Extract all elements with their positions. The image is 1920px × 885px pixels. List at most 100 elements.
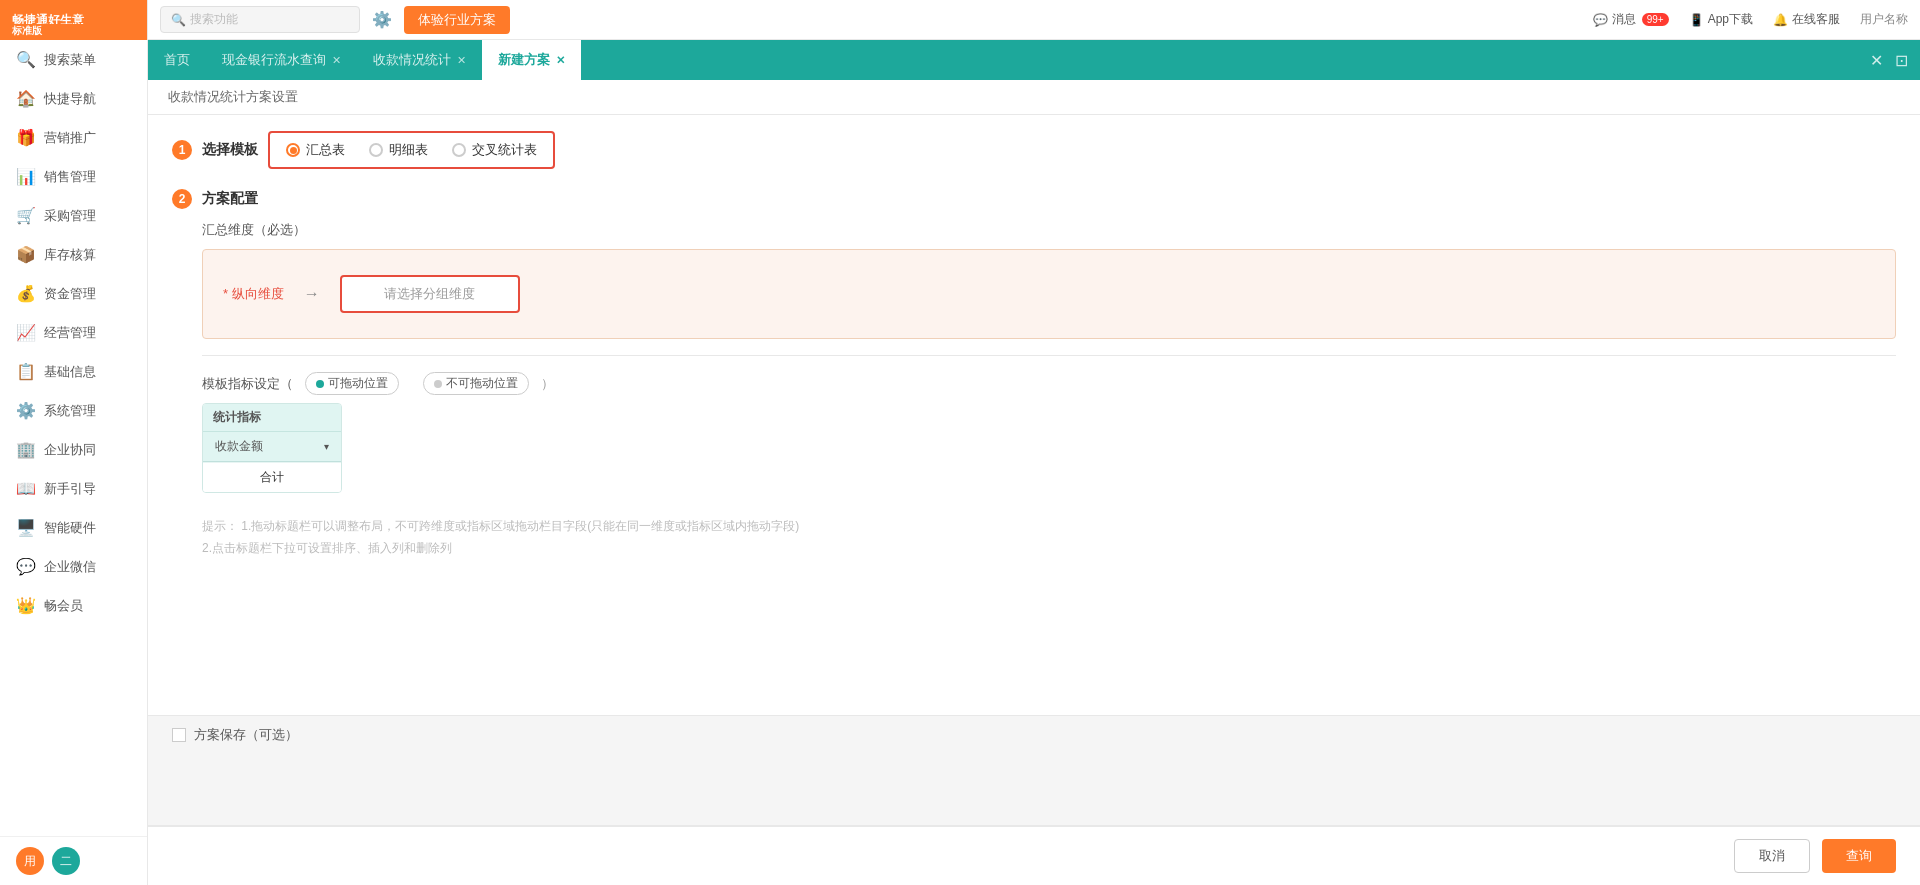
metrics-column-header[interactable]: 收款金额 ▾ [203,432,341,462]
radio-detail-circle [369,143,383,157]
radio-detail[interactable]: 明细表 [369,141,428,159]
trial-button[interactable]: 体验行业方案 [404,6,510,34]
tab-home[interactable]: 首页 [148,40,206,80]
search-icon-topbar: 🔍 [171,13,186,27]
metrics-row-total: 合计 [203,462,341,492]
page-content: 收款情况统计方案设置 1 选择模板 汇总表 明细表 [148,80,1920,825]
footer-bar: 取消 查询 [148,825,1920,885]
search-box[interactable]: 🔍 搜索功能 [160,6,360,33]
topbar: 🔍 搜索功能 ⚙️ 体验行业方案 💬 消息 99+ 📱 App下载 🔔 在线客服… [148,0,1920,40]
search-placeholder: 搜索功能 [190,11,238,28]
step1-section: 1 选择模板 汇总表 明细表 交叉统计表 [172,131,1896,169]
step2-header: 2 方案配置 [172,189,1896,209]
building-icon: 🏢 [16,440,36,459]
cart-icon: 🛒 [16,206,36,225]
tab-cashflow[interactable]: 现金银行流水查询 ✕ [206,40,357,80]
chart-icon: 📊 [16,167,36,186]
topbar-right: 💬 消息 99+ 📱 App下载 🔔 在线客服 用户名称 [1593,11,1908,28]
sidebar-item-label: 新手引导 [44,480,96,498]
metrics-hint-close: ） [541,375,554,393]
save-checkbox[interactable] [172,728,186,742]
sidebar-item-basic-info[interactable]: 📋 基础信息 [0,352,147,391]
app-icon: 📱 [1689,13,1704,27]
settings-icon: ⚙️ [16,401,36,420]
dimension-area: * 纵向维度 → 请选择分组维度 [202,249,1896,339]
monitor-icon: 🖥️ [16,518,36,537]
vertical-dimension-label: * 纵向维度 [223,285,284,303]
user-name: 用户名称 [1860,11,1908,28]
page-title: 收款情况统计方案设置 [168,89,298,104]
message-icon: 💬 [1593,13,1608,27]
query-button[interactable]: 查询 [1822,839,1896,873]
tab-cashflow-label: 现金银行流水查询 [222,51,326,69]
app-download-button[interactable]: 📱 App下载 [1689,11,1753,28]
sidebar-item-label: 快捷导航 [44,90,96,108]
save-option-label: 方案保存（可选） [194,726,298,744]
user-avatar: 用 [16,847,44,875]
sidebar-item-sales[interactable]: 📊 销售管理 [0,157,147,196]
metrics-table: 统计指标 收款金额 ▾ 合计 [202,403,342,493]
chevron-down-icon: ▾ [324,441,329,452]
cancel-button[interactable]: 取消 [1734,839,1810,873]
messages-label: 消息 [1612,11,1636,28]
tip-line2: 2.点击标题栏下拉可设置排序、插入列和删除列 [202,538,1896,560]
metrics-header: 模板指标设定（ 可拖动位置 不可拖动位置 ） [202,372,1896,395]
sidebar-item-purchase[interactable]: 🛒 采购管理 [0,196,147,235]
tab-new-plan-close[interactable]: ✕ [556,54,565,67]
sidebar-item-label: 销售管理 [44,168,96,186]
tab-collection-close[interactable]: ✕ [457,54,466,67]
dimension-select[interactable]: 请选择分组维度 [340,275,520,313]
sidebar-item-finance[interactable]: 💰 资金管理 [0,274,147,313]
gift-icon: 🎁 [16,128,36,147]
metrics-label: 模板指标设定（ [202,375,293,393]
sidebar-item-label: 库存核算 [44,246,96,264]
tab-cashflow-close[interactable]: ✕ [332,54,341,67]
metrics-section-label: 统计指标 [203,404,341,432]
radio-cross[interactable]: 交叉统计表 [452,141,537,159]
close-window-icon[interactable]: ✕ [1866,47,1887,74]
dimension-select-placeholder: 请选择分组维度 [384,285,475,303]
tab-collection[interactable]: 收款情况统计 ✕ [357,40,482,80]
maximize-icon[interactable]: ⊡ [1891,47,1912,74]
sidebar: 畅捷通好生意 标准版 🔍 搜索菜单 🏠 快捷导航 🎁 营销推广 📊 销售管理 🛒… [0,0,148,885]
messages-button[interactable]: 💬 消息 99+ [1593,11,1669,28]
draggable-dot [316,380,324,388]
draggable-label: 可拖动位置 [328,375,388,392]
sidebar-item-label: 资金管理 [44,285,96,303]
tabbar: 首页 现金银行流水查询 ✕ 收款情况统计 ✕ 新建方案 ✕ ✕ ⊡ [148,40,1920,80]
arrow-icon: → [304,285,320,303]
sidebar-item-search[interactable]: 🔍 搜索菜单 [0,40,147,79]
sidebar-item-nav[interactable]: 🏠 快捷导航 [0,79,147,118]
sidebar-item-label: 系统管理 [44,402,96,420]
sidebar-item-marketing[interactable]: 🎁 营销推广 [0,118,147,157]
radio-summary[interactable]: 汇总表 [286,141,345,159]
main-area: 🔍 搜索功能 ⚙️ 体验行业方案 💬 消息 99+ 📱 App下载 🔔 在线客服… [148,0,1920,885]
sidebar-item-member[interactable]: 👑 畅会员 [0,586,147,625]
sidebar-item-label: 畅会员 [44,597,83,615]
sidebar-item-cooperation[interactable]: 🏢 企业协同 [0,430,147,469]
non-draggable-badge: 不可拖动位置 [423,372,529,395]
metrics-column-label: 收款金额 [215,438,263,455]
tab-new-plan[interactable]: 新建方案 ✕ [482,40,581,80]
sidebar-item-label: 智能硬件 [44,519,96,537]
tip-line1: 提示： 1.拖动标题栏可以调整布局，不可跨维度或指标区域拖动栏目字段(只能在同一… [202,516,1896,538]
sidebar-item-guide[interactable]: 📖 新手引导 [0,469,147,508]
logo-badge: 标准版 [12,24,143,38]
gear-icon[interactable]: ⚙️ [372,10,392,29]
sidebar-item-management[interactable]: 📈 经营管理 [0,313,147,352]
sidebar-item-wechat[interactable]: 💬 企业微信 [0,547,147,586]
sidebar-item-label: 企业微信 [44,558,96,576]
online-service-label: 在线客服 [1792,11,1840,28]
sidebar-item-inventory[interactable]: 📦 库存核算 [0,235,147,274]
radio-cross-circle [452,143,466,157]
step1-number: 1 [172,140,192,160]
tab-home-label: 首页 [164,51,190,69]
step2-number: 2 [172,189,192,209]
second-avatar: 二 [52,847,80,875]
step2-title: 方案配置 [202,190,258,208]
sidebar-item-hardware[interactable]: 🖥️ 智能硬件 [0,508,147,547]
divider [202,355,1896,356]
sidebar-item-system[interactable]: ⚙️ 系统管理 [0,391,147,430]
online-service-button[interactable]: 🔔 在线客服 [1773,11,1840,28]
service-icon: 🔔 [1773,13,1788,27]
